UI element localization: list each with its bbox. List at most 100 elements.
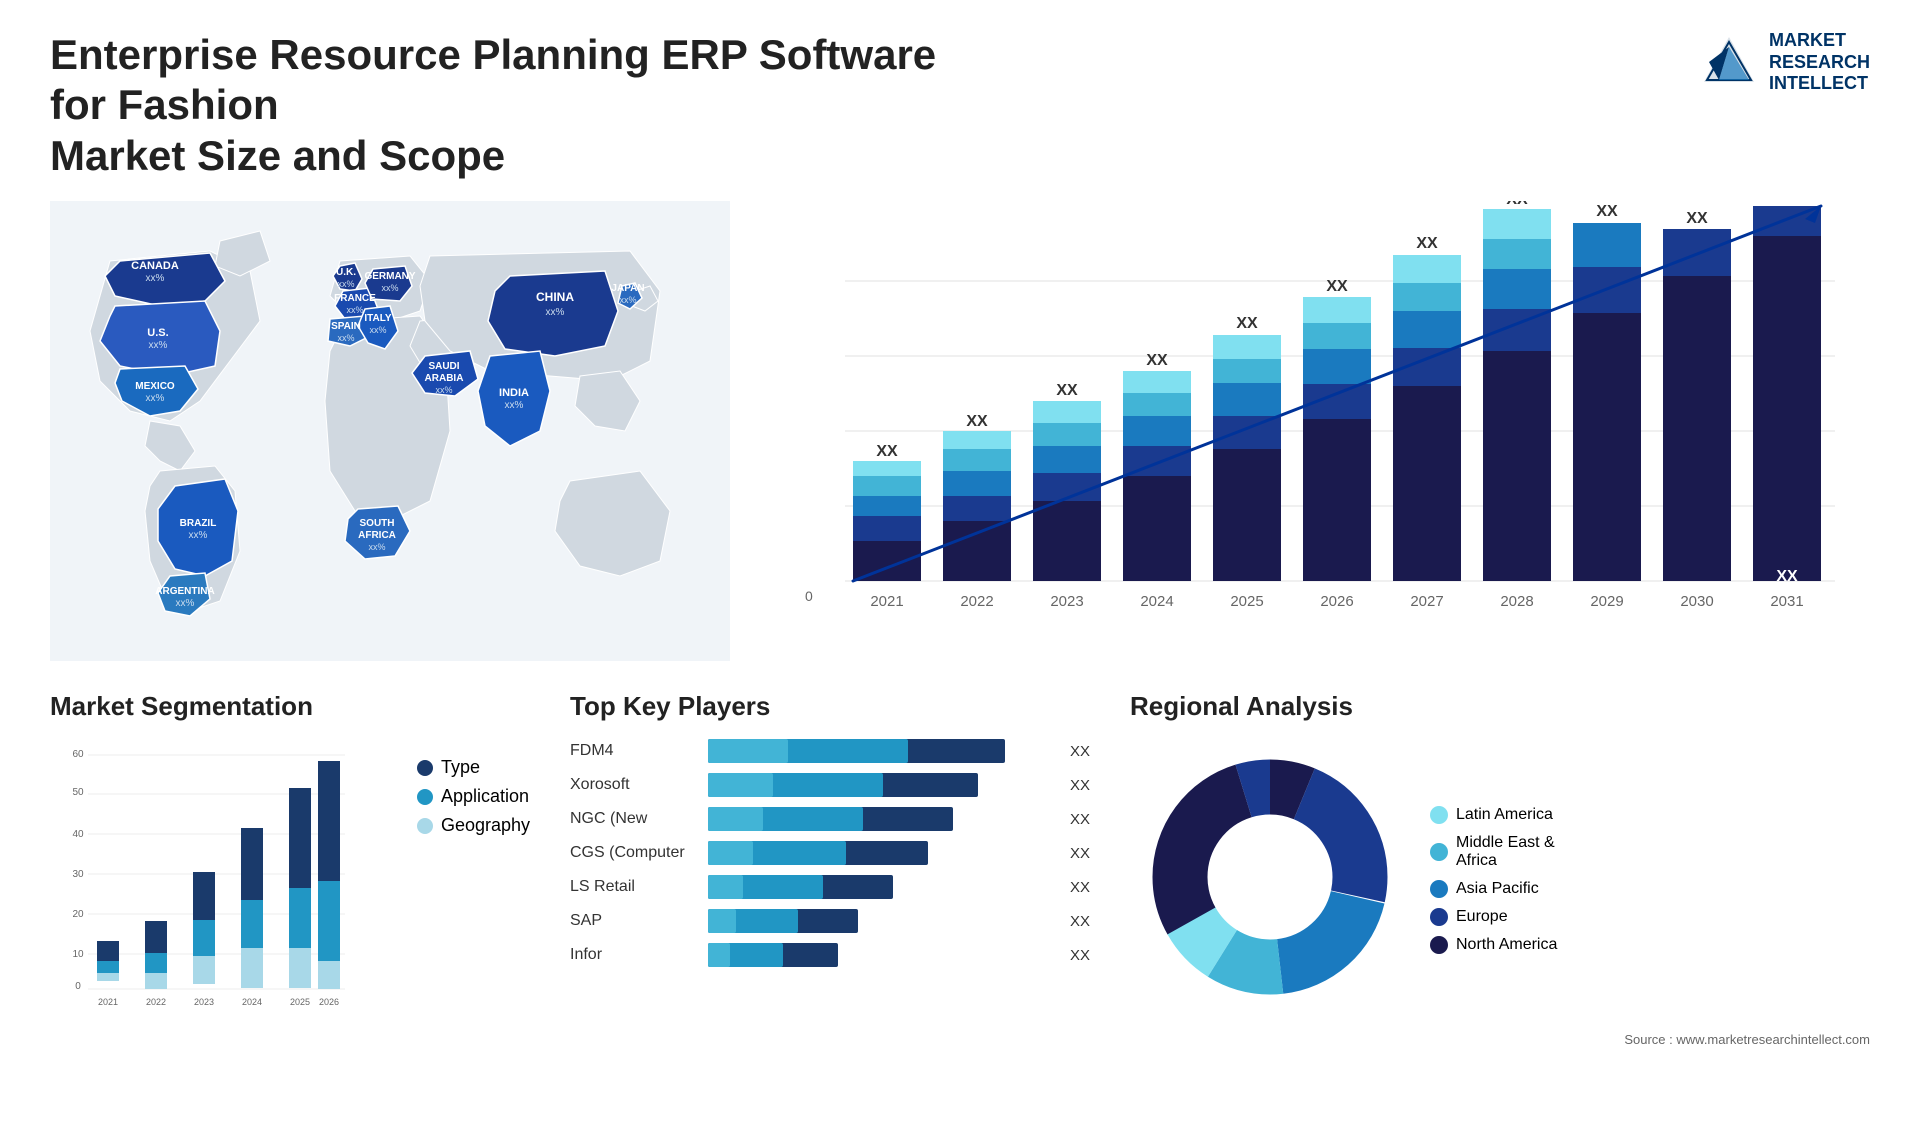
svg-text:2025: 2025 <box>1230 593 1263 610</box>
regional-block: Regional Analysis <box>1130 691 1870 1061</box>
player-value: XX <box>1070 913 1090 930</box>
player-row: SAP XX <box>570 907 1090 935</box>
svg-text:SOUTH: SOUTH <box>360 518 395 529</box>
svg-text:ARGENTINA: ARGENTINA <box>155 586 214 597</box>
segmentation-chart: 60 50 40 30 20 10 0 <box>50 737 387 1022</box>
svg-text:xx%: xx% <box>369 325 386 335</box>
svg-text:2022: 2022 <box>146 997 166 1007</box>
source-text: Source : www.marketresearchintellect.com <box>1130 1032 1870 1047</box>
player-row: LS Retail XX <box>570 873 1090 901</box>
page-title: Enterprise Resource Planning ERP Softwar… <box>50 30 950 181</box>
player-name: LS Retail <box>570 878 700 896</box>
svg-text:30: 30 <box>72 869 84 880</box>
svg-text:XX: XX <box>1416 235 1438 252</box>
player-bar-wrap <box>708 771 1056 799</box>
legend-item-north-america: North America <box>1430 936 1557 954</box>
player-value: XX <box>1070 811 1090 828</box>
svg-text:GERMANY: GERMANY <box>364 271 415 282</box>
latin-america-dot <box>1430 806 1448 824</box>
player-row: Xorosoft XX <box>570 771 1090 799</box>
svg-text:2028: 2028 <box>1500 593 1533 610</box>
north-america-dot <box>1430 936 1448 954</box>
legend-item-application: Application <box>417 786 530 807</box>
svg-text:xx%: xx% <box>546 307 565 318</box>
player-value: XX <box>1070 845 1090 862</box>
svg-text:INDIA: INDIA <box>499 387 529 399</box>
legend-item-geography: Geography <box>417 815 530 836</box>
svg-text:MEXICO: MEXICO <box>135 381 175 392</box>
player-name: FDM4 <box>570 742 700 760</box>
svg-text:2023: 2023 <box>1050 593 1083 610</box>
svg-text:xx%: xx% <box>337 333 354 343</box>
europe-label: Europe <box>1456 908 1508 926</box>
svg-text:0: 0 <box>805 588 813 604</box>
legend-item-europe: Europe <box>1430 908 1557 926</box>
svg-text:SAUDI: SAUDI <box>428 361 459 372</box>
player-bar-wrap <box>708 805 1056 833</box>
player-value: XX <box>1070 777 1090 794</box>
legend-item-mea: Middle East &Africa <box>1430 834 1557 870</box>
type-dot <box>417 760 433 776</box>
latin-america-label: Latin America <box>1456 806 1553 824</box>
svg-text:ARABIA: ARABIA <box>425 373 464 384</box>
world-map: CANADA xx% U.S. xx% MEXICO xx% BRAZIL xx… <box>50 201 730 661</box>
player-bar-wrap <box>708 941 1056 969</box>
svg-text:xx%: xx% <box>189 530 208 541</box>
player-row: FDM4 XX <box>570 737 1090 765</box>
svg-text:xx%: xx% <box>337 279 354 289</box>
player-row: Infor XX <box>570 941 1090 969</box>
svg-text:xx%: xx% <box>368 542 385 552</box>
svg-text:2031: 2031 <box>1770 593 1803 610</box>
logo-icon <box>1699 32 1759 92</box>
svg-text:20: 20 <box>72 909 84 920</box>
svg-text:CHINA: CHINA <box>536 290 574 304</box>
svg-text:xx%: xx% <box>619 295 636 305</box>
donut-chart <box>1130 737 1410 1022</box>
player-value: XX <box>1070 947 1090 964</box>
legend-item-type: Type <box>417 757 530 778</box>
svg-text:JAPAN: JAPAN <box>611 283 644 294</box>
player-row: NGC (New XX <box>570 805 1090 833</box>
segmentation-legend: Type Application Geography <box>407 757 530 836</box>
bar-chart-container: 0 XX 2021 <box>770 201 1870 661</box>
svg-text:ITALY: ITALY <box>364 313 392 324</box>
svg-text:2027: 2027 <box>1410 593 1443 610</box>
logo-block: MARKET RESEARCH INTELLECT <box>1699 30 1870 95</box>
player-name: SAP <box>570 912 700 930</box>
header: Enterprise Resource Planning ERP Softwar… <box>50 30 1870 181</box>
svg-text:U.K.: U.K. <box>336 267 356 278</box>
mea-dot <box>1430 843 1448 861</box>
svg-text:XX: XX <box>1596 203 1618 220</box>
legend-item-asia-pacific: Asia Pacific <box>1430 880 1557 898</box>
player-name: NGC (New <box>570 810 700 828</box>
svg-text:50: 50 <box>72 787 84 798</box>
svg-text:2024: 2024 <box>1140 593 1173 610</box>
svg-text:xx%: xx% <box>435 385 452 395</box>
svg-text:XX: XX <box>1146 352 1168 369</box>
svg-text:2029: 2029 <box>1590 593 1623 610</box>
svg-text:FRANCE: FRANCE <box>334 293 376 304</box>
segmentation-block: Market Segmentation 60 50 40 30 20 10 0 <box>50 691 530 1061</box>
svg-text:xx%: xx% <box>346 305 363 315</box>
svg-text:xx%: xx% <box>176 598 195 609</box>
bottom-section: Market Segmentation 60 50 40 30 20 10 0 <box>50 691 1870 1061</box>
svg-text:xx%: xx% <box>381 283 398 293</box>
svg-text:XX: XX <box>1236 315 1258 332</box>
svg-text:XX: XX <box>1776 568 1798 585</box>
svg-text:2026: 2026 <box>1320 593 1353 610</box>
player-name: Infor <box>570 946 700 964</box>
svg-text:0: 0 <box>75 981 81 992</box>
player-bar-wrap <box>708 873 1056 901</box>
svg-text:XX: XX <box>966 413 988 430</box>
svg-text:2023: 2023 <box>194 997 214 1007</box>
europe-dot <box>1430 908 1448 926</box>
svg-text:XX: XX <box>1506 201 1528 208</box>
player-name: CGS (Computer <box>570 844 700 862</box>
svg-text:BRAZIL: BRAZIL <box>180 518 217 529</box>
segmentation-title: Market Segmentation <box>50 691 530 722</box>
svg-text:2021: 2021 <box>870 593 903 610</box>
player-bar-wrap <box>708 839 1056 867</box>
svg-text:xx%: xx% <box>505 400 524 411</box>
svg-text:AFRICA: AFRICA <box>358 530 396 541</box>
player-bar-wrap <box>708 737 1056 765</box>
